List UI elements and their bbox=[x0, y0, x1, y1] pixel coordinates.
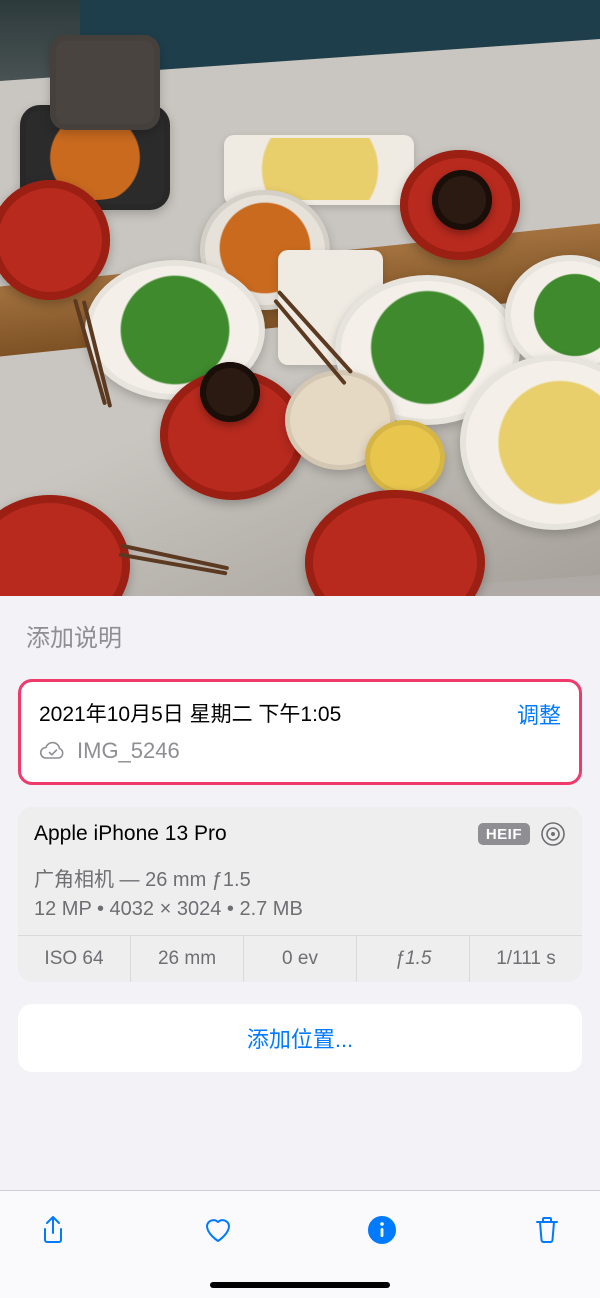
focal-length-value: 26 mm bbox=[131, 936, 244, 982]
photo-datetime: 2021年10月5日 星期二 下午1:05 bbox=[39, 698, 561, 728]
lens-info: 广角相机 — 26 mm ƒ1.5 bbox=[34, 863, 566, 892]
info-icon bbox=[366, 1214, 398, 1246]
add-location-label: 添加位置... bbox=[247, 1027, 353, 1052]
add-caption-field[interactable]: 添加说明 bbox=[0, 596, 600, 671]
camera-model: Apple iPhone 13 Pro bbox=[34, 822, 468, 846]
delete-button[interactable] bbox=[530, 1213, 564, 1247]
heart-icon bbox=[202, 1214, 234, 1246]
lens-icon bbox=[540, 821, 566, 847]
info-button[interactable] bbox=[365, 1213, 399, 1247]
photo-decor bbox=[200, 362, 260, 422]
cloud-synced-icon bbox=[39, 740, 67, 762]
favorite-button[interactable] bbox=[201, 1213, 235, 1247]
adjust-datetime-button[interactable]: 调整 bbox=[517, 698, 561, 730]
trash-icon bbox=[531, 1214, 563, 1246]
shutter-value: 1/111 s bbox=[470, 936, 582, 982]
iso-value: ISO 64 bbox=[18, 936, 131, 982]
ev-value: 0 ev bbox=[244, 936, 357, 982]
format-badge: HEIF bbox=[478, 823, 530, 845]
share-button[interactable] bbox=[36, 1213, 70, 1247]
resolution-info: 12 MP • 4032 × 3024 • 2.7 MB bbox=[34, 898, 566, 921]
camera-info-card: Apple iPhone 13 Pro HEIF 广角相机 — 26 mm ƒ1… bbox=[18, 807, 582, 982]
file-info-row: IMG_5246 bbox=[39, 738, 561, 764]
bottom-toolbar bbox=[0, 1190, 600, 1298]
photo-decor bbox=[432, 170, 492, 230]
file-name: IMG_5246 bbox=[77, 738, 180, 764]
photo-thumbnail[interactable] bbox=[0, 0, 600, 596]
photo-decor bbox=[50, 35, 160, 130]
share-icon bbox=[37, 1214, 69, 1246]
datetime-card: 2021年10月5日 星期二 下午1:05 调整 IMG_5246 bbox=[18, 679, 582, 785]
home-indicator[interactable] bbox=[210, 1282, 390, 1288]
add-location-button[interactable]: 添加位置... bbox=[18, 1004, 582, 1072]
aperture-value: ƒ1.5 bbox=[357, 936, 470, 982]
photo-decor bbox=[365, 420, 445, 495]
caption-placeholder: 添加说明 bbox=[26, 625, 122, 652]
